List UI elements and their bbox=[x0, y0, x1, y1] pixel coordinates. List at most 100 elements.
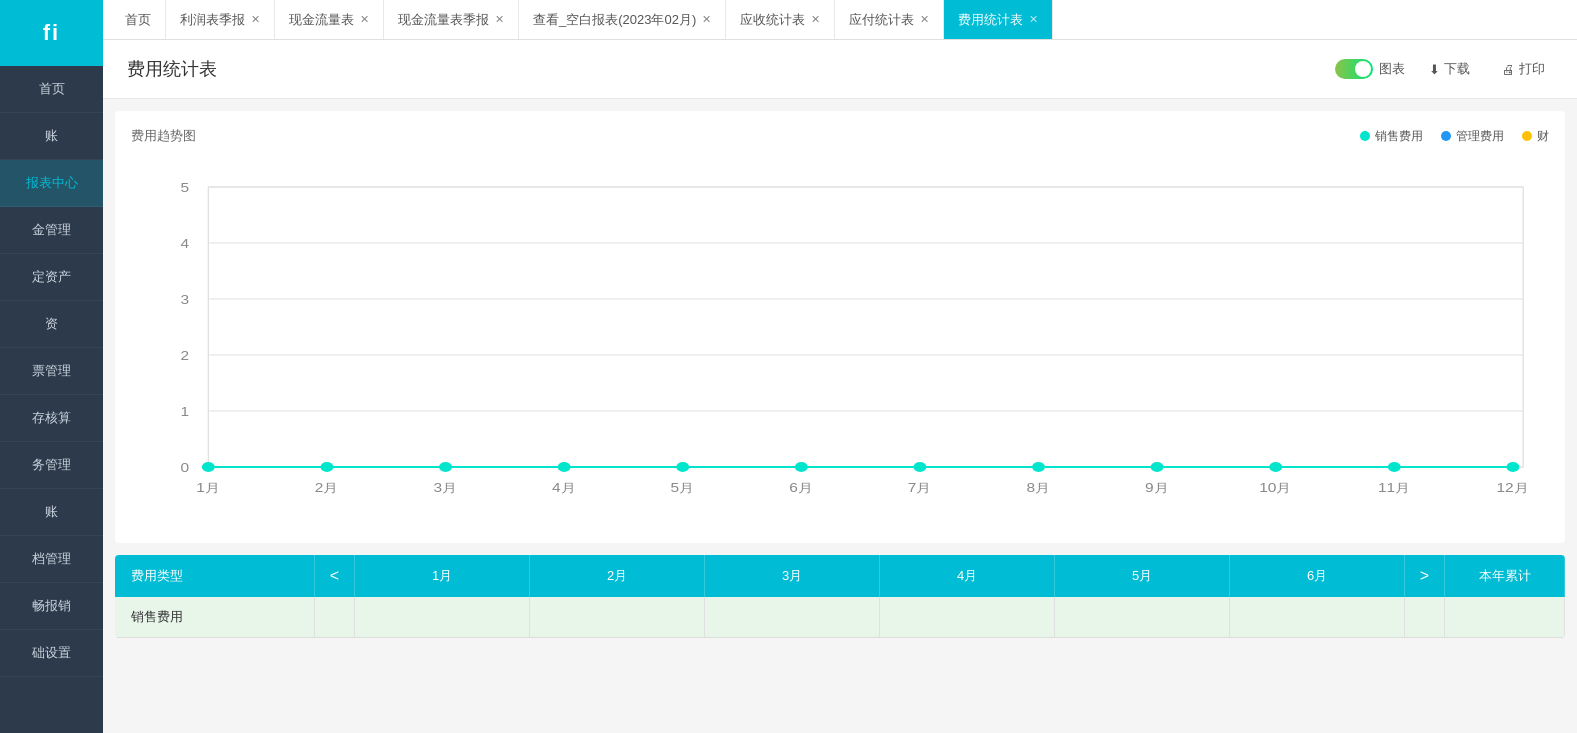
legend-label-finance: 财 bbox=[1537, 128, 1549, 145]
tab-bar: 首页 利润表季报 ✕ 现金流量表 ✕ 现金流量表季报 ✕ 查看_空白报表(202… bbox=[103, 0, 1577, 40]
close-payable-stat[interactable]: ✕ bbox=[920, 13, 929, 26]
legend-finance-expense: 财 bbox=[1522, 128, 1549, 145]
svg-text:5: 5 bbox=[180, 181, 189, 195]
th-nav-prev[interactable]: < bbox=[315, 555, 355, 597]
chart-legend: 销售费用 管理费用 财 bbox=[1360, 128, 1549, 145]
chart-toggle[interactable] bbox=[1335, 59, 1373, 79]
tab-profit-quarterly[interactable]: 利润表季报 ✕ bbox=[166, 0, 275, 40]
sidebar: fi 首页 账 报表中心 金管理 定资产 资 票管理 存核算 务管理 账 档管理… bbox=[0, 0, 103, 733]
th-m1: 1月 bbox=[355, 555, 530, 597]
svg-text:8月: 8月 bbox=[1026, 481, 1050, 495]
td-m1 bbox=[355, 597, 530, 637]
svg-point-26 bbox=[320, 462, 333, 472]
close-profit-quarterly[interactable]: ✕ bbox=[251, 13, 260, 26]
table-section: 费用类型 < 1月 2月 3月 4月 5月 6月 > 本年累计 销售费用 bbox=[115, 555, 1565, 638]
download-button[interactable]: ⬇ 下载 bbox=[1421, 56, 1478, 82]
legend-label-sales: 销售费用 bbox=[1375, 128, 1423, 145]
th-nav-next[interactable]: > bbox=[1405, 555, 1445, 597]
sidebar-item-receivable[interactable]: 账 bbox=[0, 489, 103, 536]
svg-point-31 bbox=[913, 462, 926, 472]
td-m4 bbox=[880, 597, 1055, 637]
sidebar-logo: fi bbox=[0, 0, 103, 66]
td-expense-type: 销售费用 bbox=[115, 597, 315, 637]
th-ytd: 本年累计 bbox=[1445, 555, 1565, 597]
sidebar-item-fund-mgmt[interactable]: 金管理 bbox=[0, 207, 103, 254]
th-m5: 5月 bbox=[1055, 555, 1230, 597]
legend-dot-finance bbox=[1522, 131, 1532, 141]
legend-sales-expense: 销售费用 bbox=[1360, 128, 1423, 145]
svg-point-25 bbox=[202, 462, 215, 472]
svg-text:4月: 4月 bbox=[552, 481, 576, 495]
svg-point-36 bbox=[1506, 462, 1519, 472]
sidebar-item-inventory[interactable]: 存核算 bbox=[0, 395, 103, 442]
th-m2: 2月 bbox=[530, 555, 705, 597]
chart-area: 0 1 2 3 4 5 1月 2月 3月 4月 5月 6月 7月 bbox=[131, 157, 1549, 527]
th-m3: 3月 bbox=[705, 555, 880, 597]
svg-text:3月: 3月 bbox=[433, 481, 457, 495]
svg-text:5月: 5月 bbox=[671, 481, 695, 495]
close-blank-report[interactable]: ✕ bbox=[702, 13, 711, 26]
legend-label-mgmt: 管理费用 bbox=[1456, 128, 1504, 145]
svg-text:12月: 12月 bbox=[1496, 481, 1529, 495]
svg-text:2月: 2月 bbox=[315, 481, 339, 495]
sidebar-item-invest[interactable]: 资 bbox=[0, 301, 103, 348]
svg-text:1月: 1月 bbox=[196, 481, 220, 495]
svg-point-33 bbox=[1151, 462, 1164, 472]
svg-point-28 bbox=[558, 462, 571, 472]
chart-toggle-wrap: 图表 bbox=[1335, 59, 1405, 79]
chart-svg: 0 1 2 3 4 5 1月 2月 3月 4月 5月 6月 7月 bbox=[131, 157, 1549, 517]
sidebar-item-archive-mgmt[interactable]: 档管理 bbox=[0, 536, 103, 583]
svg-text:2: 2 bbox=[180, 349, 189, 363]
svg-point-30 bbox=[795, 462, 808, 472]
svg-point-34 bbox=[1269, 462, 1282, 472]
th-m4: 4月 bbox=[880, 555, 1055, 597]
sidebar-item-report-center[interactable]: 报表中心 bbox=[0, 160, 103, 207]
sidebar-item-account[interactable]: 账 bbox=[0, 113, 103, 160]
chart-header: 费用趋势图 销售费用 管理费用 财 bbox=[131, 127, 1549, 145]
download-label: 下载 bbox=[1444, 60, 1470, 78]
th-m6: 6月 bbox=[1230, 555, 1405, 597]
sidebar-item-service-mgmt[interactable]: 务管理 bbox=[0, 442, 103, 489]
sidebar-item-sales-refund[interactable]: 畅报销 bbox=[0, 583, 103, 630]
svg-point-35 bbox=[1388, 462, 1401, 472]
chart-section: 费用趋势图 销售费用 管理费用 财 bbox=[115, 111, 1565, 543]
td-m2 bbox=[530, 597, 705, 637]
close-cashflow[interactable]: ✕ bbox=[360, 13, 369, 26]
svg-point-29 bbox=[676, 462, 689, 472]
td-nav-prev-data bbox=[315, 597, 355, 637]
tab-expense-stat[interactable]: 费用统计表 ✕ bbox=[944, 0, 1053, 40]
toggle-label: 图表 bbox=[1379, 60, 1405, 78]
print-label: 打印 bbox=[1519, 60, 1545, 78]
legend-dot-sales bbox=[1360, 131, 1370, 141]
main-area: 首页 利润表季报 ✕ 现金流量表 ✕ 现金流量表季报 ✕ 查看_空白报表(202… bbox=[103, 0, 1577, 733]
svg-text:10月: 10月 bbox=[1259, 481, 1292, 495]
tab-cashflow-quarterly[interactable]: 现金流量表季报 ✕ bbox=[384, 0, 519, 40]
close-receivable-stat[interactable]: ✕ bbox=[811, 13, 820, 26]
legend-dot-mgmt bbox=[1441, 131, 1451, 141]
tab-receivable-stat[interactable]: 应收统计表 ✕ bbox=[726, 0, 835, 40]
tab-blank-report[interactable]: 查看_空白报表(2023年02月) ✕ bbox=[519, 0, 726, 40]
svg-text:3: 3 bbox=[180, 293, 189, 307]
sidebar-item-home[interactable]: 首页 bbox=[0, 66, 103, 113]
close-cashflow-quarterly[interactable]: ✕ bbox=[495, 13, 504, 26]
tab-payable-stat[interactable]: 应付统计表 ✕ bbox=[835, 0, 944, 40]
tab-home[interactable]: 首页 bbox=[111, 0, 166, 40]
svg-text:4: 4 bbox=[180, 237, 189, 251]
sidebar-item-fixed-assets[interactable]: 定资产 bbox=[0, 254, 103, 301]
header-actions: 图表 ⬇ 下载 🖨 打印 bbox=[1335, 56, 1553, 82]
tab-cashflow[interactable]: 现金流量表 ✕ bbox=[275, 0, 384, 40]
svg-point-27 bbox=[439, 462, 452, 472]
td-ytd bbox=[1445, 597, 1565, 637]
svg-text:0: 0 bbox=[180, 461, 189, 475]
sidebar-item-basic-settings[interactable]: 础设置 bbox=[0, 630, 103, 677]
svg-text:11月: 11月 bbox=[1378, 481, 1411, 495]
print-icon: 🖨 bbox=[1502, 62, 1515, 77]
print-button[interactable]: 🖨 打印 bbox=[1494, 56, 1553, 82]
page-header: 费用统计表 图表 ⬇ 下载 🖨 打印 bbox=[103, 40, 1577, 99]
page-title: 费用统计表 bbox=[127, 57, 217, 81]
close-expense-stat[interactable]: ✕ bbox=[1029, 13, 1038, 26]
td-m6 bbox=[1230, 597, 1405, 637]
table-header-row: 费用类型 < 1月 2月 3月 4月 5月 6月 > 本年累计 bbox=[115, 555, 1565, 597]
sidebar-item-ticket-mgmt[interactable]: 票管理 bbox=[0, 348, 103, 395]
page-content: 费用统计表 图表 ⬇ 下载 🖨 打印 费用趋势图 bbox=[103, 40, 1577, 733]
